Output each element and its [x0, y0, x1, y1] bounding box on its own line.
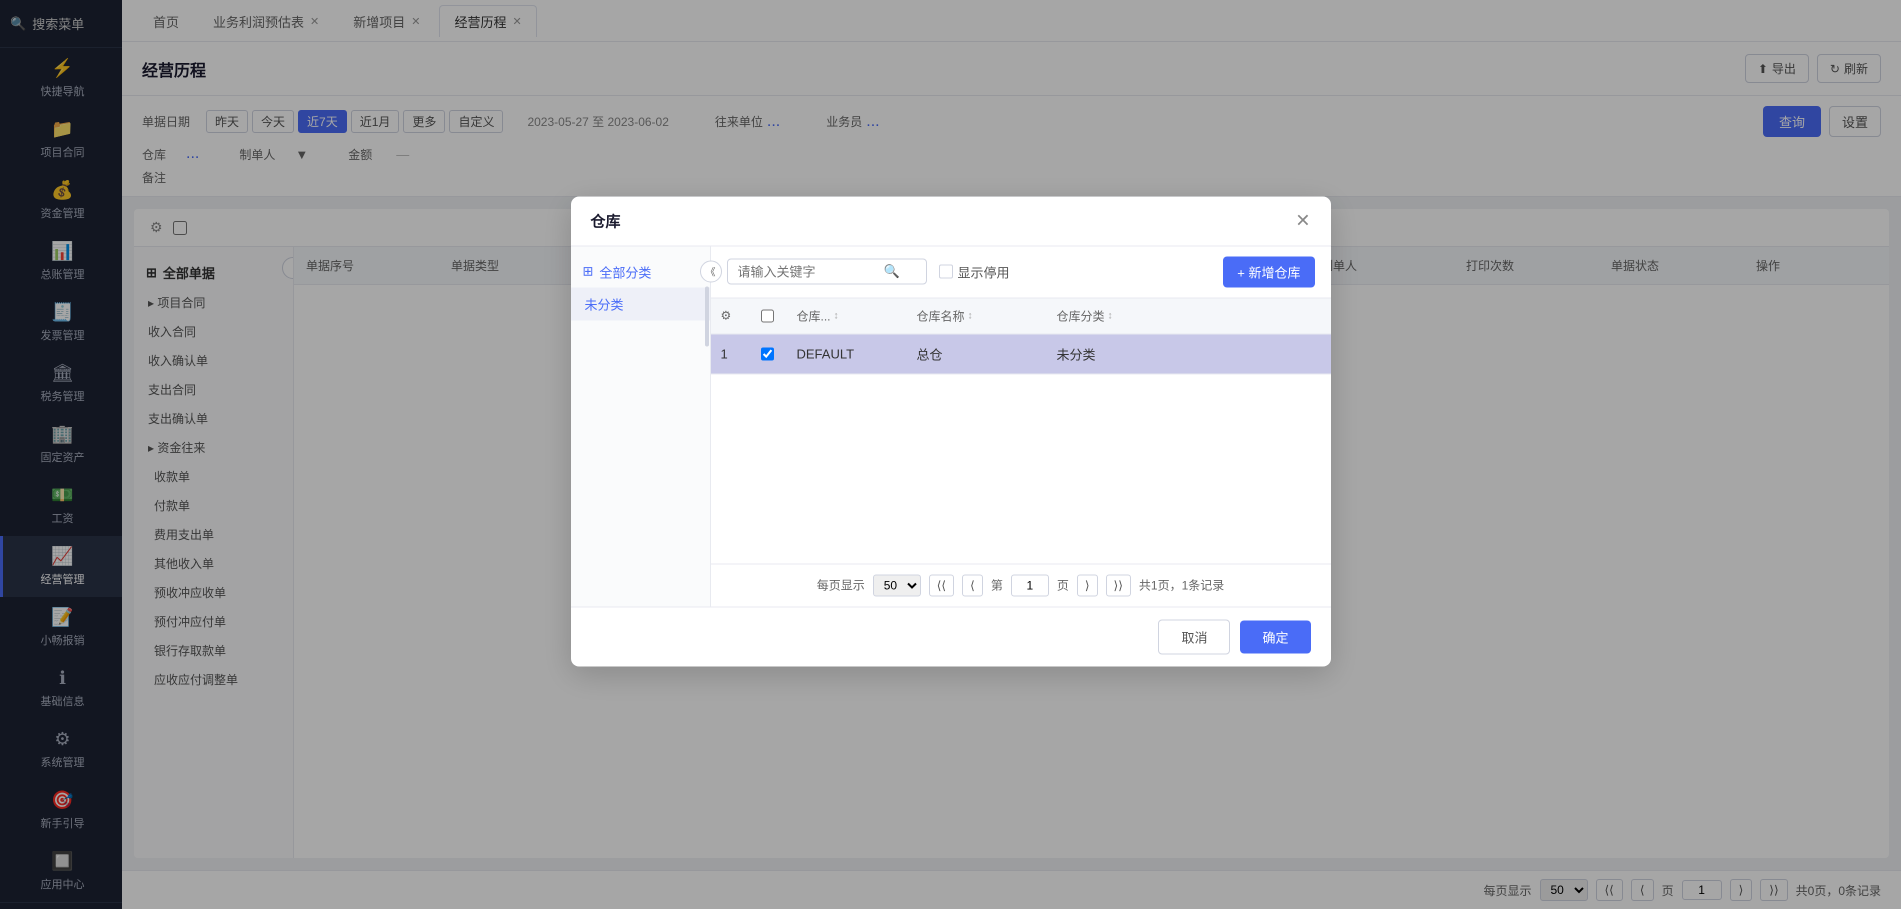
modal-table-header: ⚙ 仓库... ↕ 仓库名称 ↕ 仓库分类 ↕	[711, 298, 1331, 334]
show-disabled-wrap: 显示停用	[939, 262, 1010, 281]
mpg-page-size-select[interactable]: 50	[873, 574, 921, 596]
modal-data-table: ⚙ 仓库... ↕ 仓库名称 ↕ 仓库分类 ↕	[711, 298, 1331, 563]
col-name: 仓库名称 ↕	[907, 298, 1047, 333]
sort-code-icon[interactable]: ↕	[834, 310, 839, 321]
modal-close-btn[interactable]: ✕	[1295, 210, 1310, 231]
modal-header: 仓库 ✕	[571, 196, 1331, 246]
modal-right-toolbar: 🔍 显示停用 + 新增仓库	[711, 246, 1331, 298]
mpg-last-btn[interactable]: ⟩⟩	[1106, 574, 1131, 596]
sort-category-icon[interactable]: ↕	[1108, 310, 1113, 321]
grid-icon-modal: ⊞	[583, 264, 594, 280]
row-name-cell: 总仓	[907, 334, 1047, 373]
modal-footer: 取消 确定	[571, 606, 1331, 666]
cancel-button[interactable]: 取消	[1158, 619, 1230, 654]
col-name-label: 仓库名称	[917, 307, 965, 324]
modal-left-collapse-btn[interactable]: 《	[700, 260, 722, 282]
mpg-page-suffix: 页	[1057, 577, 1069, 594]
settings-col-icon: ⚙	[721, 309, 732, 323]
select-all-modal-checkbox[interactable]	[761, 309, 774, 322]
mpg-page-label: 第	[991, 577, 1003, 594]
search-icon-modal: 🔍	[884, 264, 900, 280]
sort-name-icon[interactable]: ↕	[968, 310, 973, 321]
table-row[interactable]: 1 DEFAULT 总仓 未分类	[711, 334, 1331, 374]
row-settings-cell: 1	[711, 334, 751, 373]
col-category: 仓库分类 ↕	[1047, 298, 1187, 333]
mpg-first-btn[interactable]: ⟨⟨	[929, 574, 954, 596]
warehouse-modal: 仓库 ✕ ⊞ 全部分类 《 未分类 🔍	[571, 196, 1331, 666]
col-settings[interactable]: ⚙	[711, 298, 751, 333]
mpg-page-input[interactable]	[1011, 574, 1049, 596]
show-disabled-checkbox[interactable]	[939, 265, 953, 279]
row-checkbox[interactable]	[761, 347, 774, 360]
warehouse-search-input[interactable]	[738, 264, 878, 279]
col-checkbox[interactable]	[751, 298, 787, 333]
mpg-page-size-label: 每页显示	[817, 577, 865, 594]
modal-left-panel: ⊞ 全部分类 《 未分类	[571, 246, 711, 606]
col-code: 仓库... ↕	[787, 298, 907, 333]
confirm-button[interactable]: 确定	[1240, 620, 1310, 653]
add-warehouse-btn[interactable]: + 新增仓库	[1223, 256, 1314, 287]
search-wrap: 🔍	[727, 259, 927, 285]
mpg-next-btn[interactable]: ⟩	[1077, 574, 1098, 596]
modal-pagination: 每页显示 50 ⟨⟨ ⟨ 第 页 ⟩ ⟩⟩ 共1页，1条记录	[711, 563, 1331, 606]
mpg-total-text: 共1页，1条记录	[1139, 577, 1224, 594]
row-code-cell: DEFAULT	[787, 334, 907, 373]
col-category-label: 仓库分类	[1057, 307, 1105, 324]
modal-title: 仓库	[591, 210, 621, 231]
left-panel-scrollbar	[705, 286, 709, 346]
uncategorized-item[interactable]: 未分类	[571, 287, 710, 320]
row-category-cell: 未分类	[1047, 334, 1187, 373]
all-categories-label: 全部分类	[599, 262, 651, 281]
modal-body: ⊞ 全部分类 《 未分类 🔍 显示停用 + 新	[571, 246, 1331, 606]
row-checkbox-cell[interactable]	[751, 334, 787, 373]
mpg-prev-btn[interactable]: ⟨	[962, 574, 983, 596]
all-categories-header[interactable]: ⊞ 全部分类	[571, 256, 710, 287]
show-disabled-label: 显示停用	[958, 262, 1010, 281]
modal-right-panel: 🔍 显示停用 + 新增仓库 ⚙ 仓库... ↕	[711, 246, 1331, 606]
col-code-label: 仓库...	[797, 307, 831, 324]
